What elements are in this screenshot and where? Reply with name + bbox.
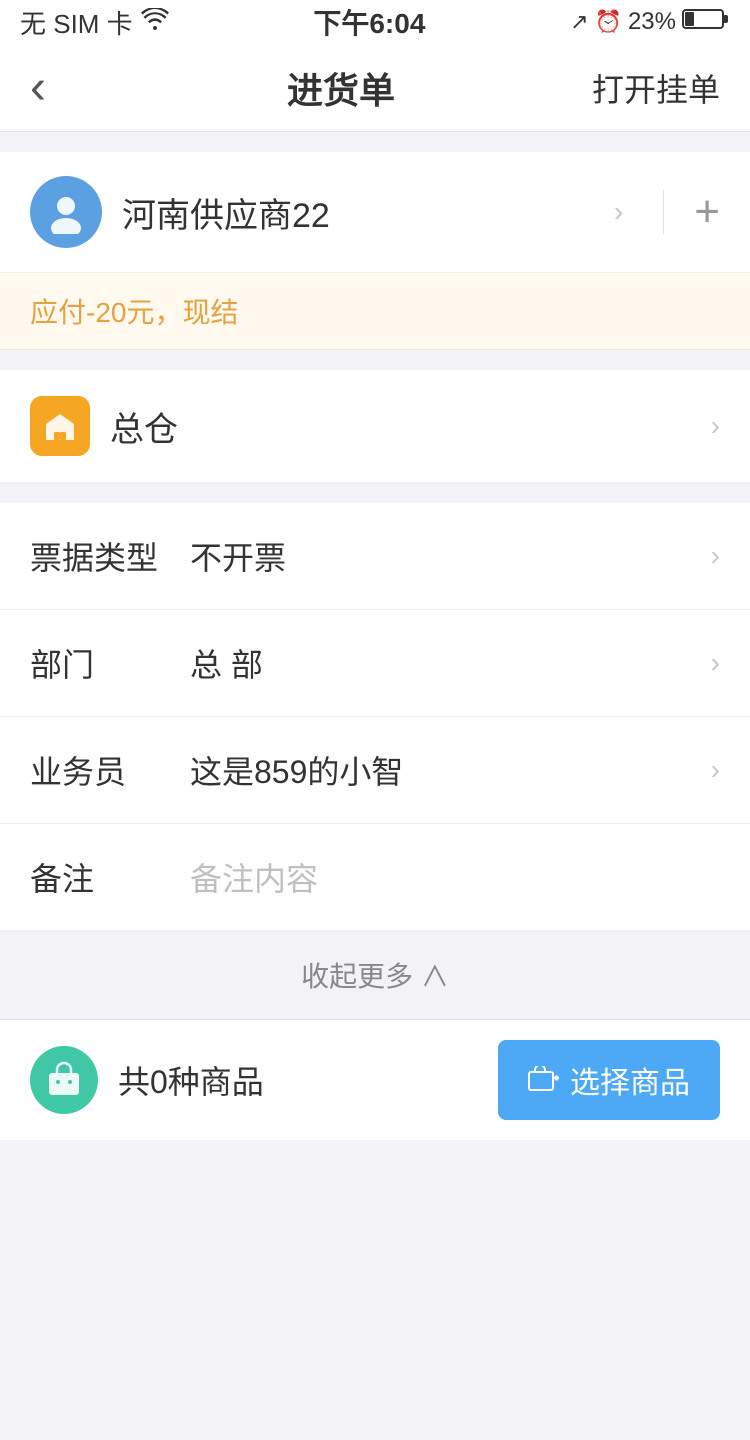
product-icon-bg — [30, 1046, 98, 1114]
open-pending-button[interactable]: 打开挂单 — [592, 65, 720, 111]
invoice-type-label: 票据类型 — [30, 533, 170, 579]
notice-text: 应付-20元，现结 — [30, 297, 238, 328]
salesperson-label: 业务员 — [30, 747, 170, 793]
status-right: ↗ ⏰ 23% — [570, 7, 730, 38]
department-chevron-icon: › — [711, 647, 720, 679]
page-background — [0, 1140, 750, 1440]
status-time: 下午6:04 — [313, 2, 425, 42]
status-left: 无 SIM 卡 — [20, 4, 169, 41]
carrier-label: 无 SIM 卡 — [20, 4, 133, 41]
section-gap-1 — [0, 132, 750, 152]
remark-input[interactable]: 备注内容 — [170, 854, 720, 900]
remark-row[interactable]: 备注 备注内容 — [0, 824, 750, 931]
battery-icon — [682, 7, 730, 38]
salesperson-chevron-icon: › — [711, 754, 720, 786]
warehouse-section: 总仓 › — [0, 370, 750, 483]
supplier-avatar — [30, 176, 102, 248]
collapse-label: 收起更多 ∧ — [301, 955, 449, 995]
section-gap-2 — [0, 350, 750, 370]
collapse-row[interactable]: 收起更多 ∧ — [0, 931, 750, 1019]
product-count-label: 共0种商品 — [118, 1057, 498, 1103]
section-gap-3 — [0, 483, 750, 503]
select-product-button[interactable]: 选择商品 — [498, 1040, 720, 1120]
status-bar: 无 SIM 卡 下午6:04 ↗ ⏰ 23% — [0, 0, 750, 44]
location-icon: ↗ — [570, 9, 588, 35]
remark-label: 备注 — [30, 854, 170, 900]
warehouse-row[interactable]: 总仓 › — [0, 370, 750, 483]
alarm-icon: ⏰ — [595, 9, 622, 35]
battery-label: 23% — [628, 8, 676, 36]
supplier-divider — [663, 190, 664, 234]
department-value: 总 部 — [170, 640, 711, 686]
supplier-section: 河南供应商22 › + 应付-20元，现结 — [0, 152, 750, 350]
wifi-icon — [141, 8, 169, 36]
back-button[interactable]: ‹ — [30, 60, 90, 115]
warehouse-icon-bg — [30, 396, 90, 456]
invoice-type-value: 不开票 — [170, 533, 711, 579]
product-bar: 共0种商品 选择商品 — [0, 1019, 750, 1140]
salesperson-row[interactable]: 业务员 这是859的小智 › — [0, 717, 750, 824]
page-title: 进货单 — [287, 62, 395, 114]
warehouse-label: 总仓 — [110, 402, 711, 451]
salesperson-value: 这是859的小智 — [170, 747, 711, 793]
select-product-label: 选择商品 — [570, 1058, 690, 1102]
department-label: 部门 — [30, 640, 170, 686]
invoice-type-chevron-icon: › — [711, 540, 720, 572]
warehouse-chevron-icon: › — [711, 410, 720, 442]
supplier-chevron-icon: › — [614, 196, 623, 228]
supplier-row[interactable]: 河南供应商22 › + — [0, 152, 750, 273]
department-row[interactable]: 部门 总 部 › — [0, 610, 750, 717]
invoice-type-row[interactable]: 票据类型 不开票 › — [0, 503, 750, 610]
add-supplier-button[interactable]: + — [694, 187, 720, 237]
notice-banner: 应付-20元，现结 — [0, 273, 750, 350]
form-section: 票据类型 不开票 › 部门 总 部 › 业务员 这是859的小智 › 备注 备注… — [0, 503, 750, 931]
nav-bar: ‹ 进货单 打开挂单 — [0, 44, 750, 132]
supplier-name: 河南供应商22 — [122, 188, 614, 237]
